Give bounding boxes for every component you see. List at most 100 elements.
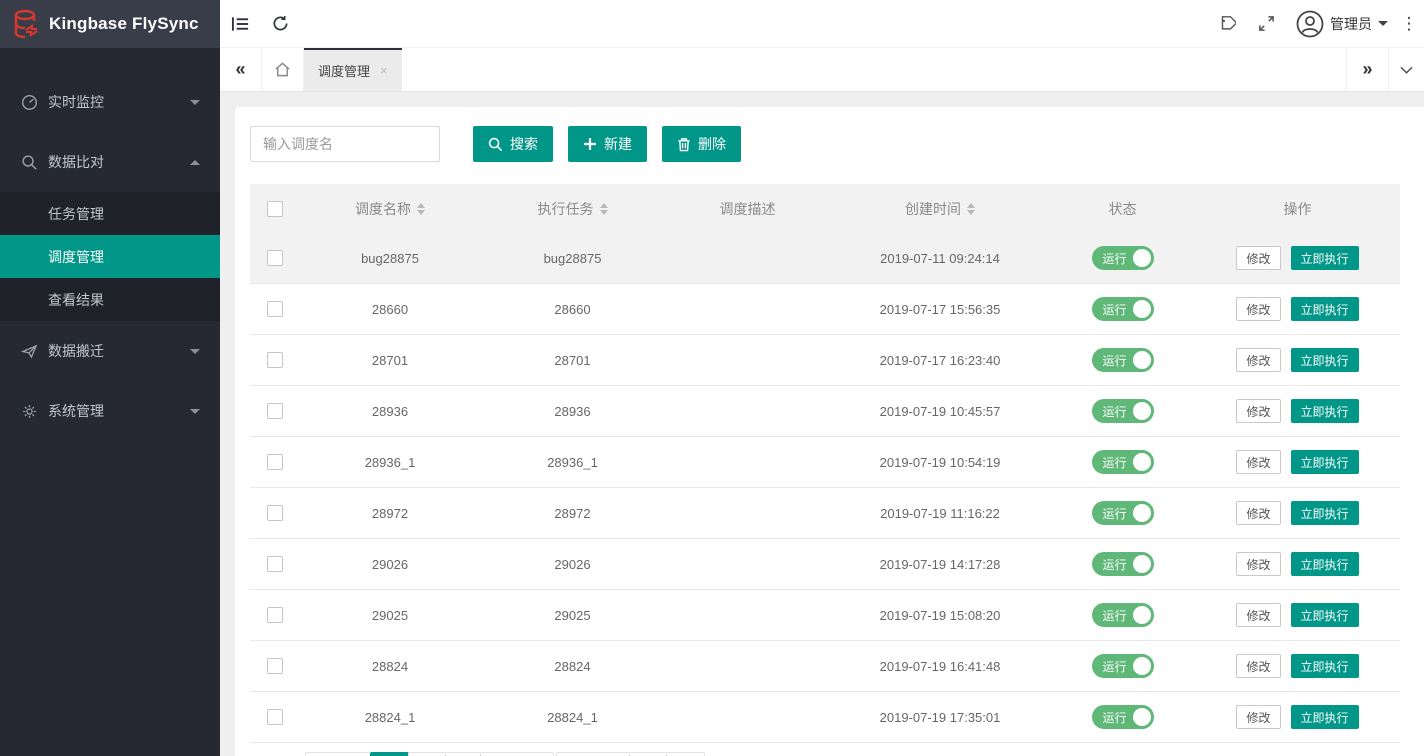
sidebar-item-label: 查看结果	[48, 291, 104, 308]
modify-button[interactable]: 修改	[1236, 654, 1281, 678]
pagination-page-button[interactable]	[408, 752, 446, 756]
select-all-checkbox[interactable]	[267, 200, 283, 217]
close-icon[interactable]: ×	[380, 63, 388, 78]
topbar-right: 管理员 ⋮	[1206, 0, 1424, 48]
task-name: 28824	[554, 658, 591, 674]
table-row: 28972 28972 2019-07-19 11:16:22 运行 修改 立即…	[250, 488, 1400, 539]
gear-icon	[20, 402, 38, 420]
schedule-name: 28824	[371, 658, 409, 674]
row-checkbox[interactable]	[267, 709, 283, 725]
toggle-knob	[1132, 300, 1151, 318]
search-input[interactable]	[250, 126, 440, 162]
schedule-name: 28660	[371, 301, 409, 317]
modify-button[interactable]: 修改	[1236, 348, 1281, 372]
row-checkbox[interactable]	[267, 556, 283, 572]
column-header-name[interactable]: 调度名称	[355, 199, 411, 219]
home-tab[interactable]	[262, 48, 304, 91]
row-checkbox[interactable]	[267, 403, 283, 419]
tab-schedule-management[interactable]: 调度管理 ×	[304, 48, 402, 91]
gauge-icon	[20, 93, 38, 111]
created-time: 2019-07-19 10:54:19	[879, 454, 1001, 470]
search-button[interactable]: 搜索	[473, 126, 553, 162]
sidebar-item-realtime-monitor[interactable]: 实时监控	[0, 72, 220, 132]
modify-button[interactable]: 修改	[1236, 552, 1281, 576]
row-checkbox[interactable]	[267, 505, 283, 521]
pagination-page-button[interactable]	[445, 752, 481, 756]
execute-now-button[interactable]: 立即执行	[1290, 450, 1359, 474]
status-toggle[interactable]: 运行	[1091, 297, 1154, 321]
execute-now-button[interactable]: 立即执行	[1290, 501, 1359, 525]
execute-now-button[interactable]: 立即执行	[1290, 399, 1359, 423]
scroll-tabs-right-icon[interactable]: »	[1346, 48, 1388, 91]
execute-now-button[interactable]: 立即执行	[1290, 603, 1359, 627]
execute-now-button[interactable]: 立即执行	[1290, 552, 1359, 576]
sidebar-item-data-migration[interactable]: 数据搬迁	[0, 321, 220, 381]
sort-icon[interactable]	[599, 202, 608, 215]
column-header-created[interactable]: 创建时间	[905, 199, 961, 219]
status-toggle[interactable]: 运行	[1091, 246, 1154, 270]
search-icon	[20, 153, 38, 171]
execute-now-button[interactable]: 立即执行	[1290, 705, 1359, 729]
username-label: 管理员	[1330, 15, 1372, 32]
status-toggle[interactable]: 运行	[1091, 654, 1154, 678]
status-toggle[interactable]: 运行	[1091, 501, 1154, 525]
task-name: 28701	[554, 352, 591, 368]
row-checkbox[interactable]	[267, 454, 283, 470]
pagination-prev-button[interactable]	[305, 752, 371, 756]
row-checkbox[interactable]	[267, 352, 283, 368]
sidebar-item-system-management[interactable]: 系统管理	[0, 381, 220, 441]
sort-icon[interactable]	[967, 202, 975, 215]
row-checkbox[interactable]	[267, 250, 283, 266]
user-menu[interactable]: 管理员	[1296, 10, 1388, 38]
modify-button[interactable]: 修改	[1236, 399, 1281, 423]
scroll-tabs-left-icon[interactable]: «	[220, 48, 262, 91]
execute-now-button[interactable]: 立即执行	[1290, 348, 1359, 372]
sidebar-item-task-management[interactable]: 任务管理	[0, 192, 220, 235]
pagination-next-button[interactable]	[480, 752, 554, 756]
status-label: 运行	[1102, 506, 1127, 521]
collapse-sidebar-icon[interactable]	[220, 0, 260, 48]
execute-now-button[interactable]: 立即执行	[1290, 297, 1359, 321]
sidebar-item-view-results[interactable]: 查看结果	[0, 278, 220, 321]
execute-now-button[interactable]: 立即执行	[1290, 246, 1359, 270]
column-header-task[interactable]: 执行任务	[538, 199, 594, 219]
table-row: 28936_1 28936_1 2019-07-19 10:54:19 运行 修…	[250, 437, 1400, 488]
status-label: 运行	[1102, 251, 1127, 266]
pagination-jump-input[interactable]	[629, 752, 667, 756]
task-name: 28972	[554, 505, 591, 521]
schedule-name: 28824_1	[364, 709, 416, 725]
modify-button[interactable]: 修改	[1236, 246, 1281, 270]
row-checkbox[interactable]	[267, 658, 283, 674]
status-toggle[interactable]: 运行	[1091, 399, 1154, 423]
status-label: 运行	[1102, 608, 1127, 623]
sort-icon[interactable]	[417, 202, 425, 215]
tab-menu-chevron-icon[interactable]	[1388, 48, 1424, 91]
sidebar-item-data-compare[interactable]: 数据比对	[0, 132, 220, 192]
status-toggle[interactable]: 运行	[1091, 348, 1154, 372]
modify-button[interactable]: 修改	[1236, 450, 1281, 474]
chevron-down-icon	[190, 99, 200, 105]
fullscreen-icon[interactable]	[1246, 0, 1286, 48]
execute-now-button[interactable]: 立即执行	[1290, 654, 1359, 678]
status-toggle[interactable]: 运行	[1091, 705, 1154, 729]
status-toggle[interactable]: 运行	[1091, 552, 1154, 576]
row-checkbox[interactable]	[267, 607, 283, 623]
modify-button[interactable]: 修改	[1236, 297, 1281, 321]
row-checkbox[interactable]	[267, 301, 283, 317]
pagination-page-size-select[interactable]	[556, 752, 630, 756]
more-vertical-icon[interactable]: ⋮	[1394, 0, 1424, 48]
sidebar-item-schedule-management[interactable]: 调度管理	[0, 235, 220, 278]
tag-icon[interactable]	[1206, 0, 1246, 48]
pagination-page-active[interactable]	[370, 752, 409, 756]
table-row: bug28875 bug28875 2019-07-11 09:24:14 运行…	[250, 233, 1400, 284]
delete-button[interactable]: 删除	[662, 126, 741, 162]
modify-button[interactable]: 修改	[1236, 705, 1281, 729]
refresh-icon[interactable]	[260, 0, 300, 48]
status-toggle[interactable]: 运行	[1091, 603, 1154, 627]
modify-button[interactable]: 修改	[1236, 501, 1281, 525]
pagination-confirm-button[interactable]	[666, 752, 705, 756]
search-button-label: 搜索	[510, 136, 538, 152]
create-button[interactable]: 新建	[568, 126, 647, 162]
status-toggle[interactable]: 运行	[1091, 450, 1154, 474]
modify-button[interactable]: 修改	[1236, 603, 1281, 627]
